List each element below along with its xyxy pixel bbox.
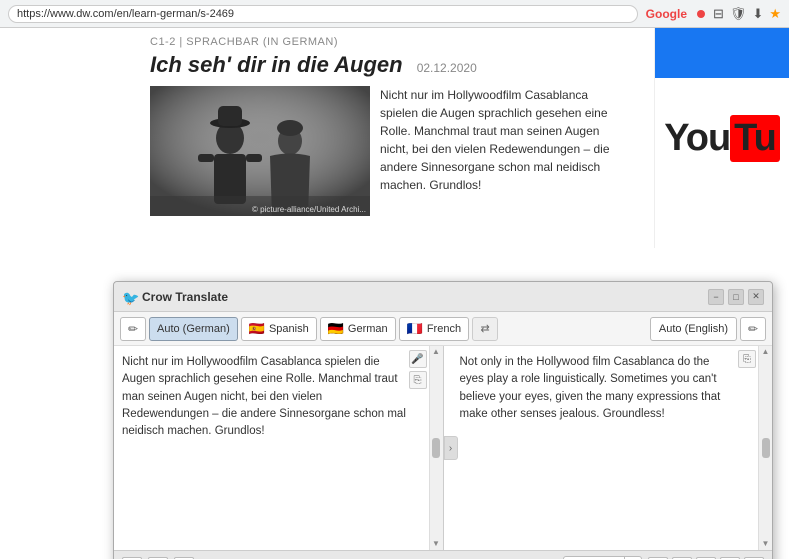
swap-languages-button[interactable]: ⇄ [472, 317, 498, 341]
shield-icon[interactable]: 🛡 [730, 6, 747, 22]
browser-url[interactable]: https://www.dw.com/en/learn-german/s-246… [8, 5, 638, 23]
google-label: Google [646, 7, 687, 21]
target-scrollbar[interactable]: ▲ ▼ [758, 346, 772, 550]
maximize-button[interactable]: □ [728, 289, 744, 305]
image-caption: © picture-alliance/United Archi... [150, 205, 370, 214]
article-body-text: Nicht nur im Hollywoodfilm Casablanca sp… [380, 86, 620, 216]
german-flag: 🇩🇪 [328, 321, 344, 337]
download-icon[interactable]: ⬇ [752, 6, 763, 22]
crow-icon: 🐦 [122, 290, 136, 304]
crow-toolbar: ✏ Auto (German) 🇪🇸 Spanish 🇩🇪 German 🇫🇷 … [114, 312, 772, 346]
scroll-up-arrow[interactable]: ▲ [432, 348, 440, 356]
target-pane: ⎘ › ▲ ▼ [444, 346, 773, 550]
source-scrollbar[interactable]: ▲ ▼ [429, 346, 443, 550]
auto-english-button[interactable]: Auto (English) [650, 317, 737, 341]
minimize-button[interactable]: − [708, 289, 724, 305]
spanish-flag: 🇪🇸 [249, 321, 265, 337]
star-icon[interactable]: ★ [769, 6, 781, 22]
source-mic-icon[interactable]: 🎤 [409, 350, 427, 368]
source-copy-icon[interactable]: ⎘ [409, 371, 427, 389]
edit-icon-button[interactable]: ✏ [120, 317, 146, 341]
german-button[interactable]: 🇩🇪 German [320, 317, 396, 341]
crow-translate-modal: 🐦 Crow Translate − □ ✕ ✏ Auto (German) 🇪… [113, 281, 773, 559]
youtube-banner: YouTu [654, 28, 789, 248]
target-textarea[interactable] [444, 346, 773, 550]
edit-target-icon-button[interactable]: ✏ [740, 317, 766, 341]
french-button[interactable]: 🇫🇷 French [399, 317, 469, 341]
scroll-down-arrow[interactable]: ▼ [432, 540, 440, 548]
spanish-button[interactable]: 🇪🇸 Spanish [241, 317, 317, 341]
google-engine-button[interactable]: G Google [563, 556, 625, 559]
crow-modal-title: Crow Translate [142, 290, 708, 304]
page-content: YouTu C1-2 | SPRACHBAR (IN GERMAN) Ich s… [0, 28, 789, 559]
crow-window-buttons: − □ ✕ [708, 289, 764, 305]
article-image: © picture-alliance/United Archi... [150, 86, 370, 216]
google-dot [697, 10, 705, 18]
source-textarea[interactable] [114, 346, 443, 550]
crow-main-area: 🎤 ⎘ ▲ ▼ ⎘ › [114, 346, 772, 550]
target-copy-icon[interactable]: ⎘ [738, 350, 756, 368]
engine-dropdown-button[interactable]: ▾ [625, 556, 642, 559]
target-scroll-down[interactable]: ▼ [762, 540, 770, 548]
browser-icons: ⊟ 🛡 ⬇ ★ [713, 6, 781, 22]
browser-bar: https://www.dw.com/en/learn-german/s-246… [0, 0, 789, 28]
youtube-logo: YouTu [655, 78, 789, 198]
article-date: 02.12.2020 [417, 61, 477, 75]
auto-german-button[interactable]: Auto (German) [149, 317, 238, 341]
menu-icon[interactable]: ⊟ [713, 6, 724, 22]
scroll-thumb[interactable] [432, 438, 440, 458]
yt-top-blue [655, 28, 789, 78]
french-flag: 🇫🇷 [407, 321, 423, 337]
close-button[interactable]: ✕ [748, 289, 764, 305]
target-scroll-up[interactable]: ▲ [762, 348, 770, 356]
source-pane: 🎤 ⎘ ▲ ▼ [114, 346, 444, 550]
target-scroll-thumb[interactable] [762, 438, 770, 458]
crow-titlebar: 🐦 Crow Translate − □ ✕ [114, 282, 772, 312]
casablanca-image [150, 86, 370, 216]
crow-footer: ▶ ■ ⎘ Automatically translate G Google ▾… [114, 550, 772, 559]
expand-pane-button[interactable]: › [444, 436, 458, 460]
